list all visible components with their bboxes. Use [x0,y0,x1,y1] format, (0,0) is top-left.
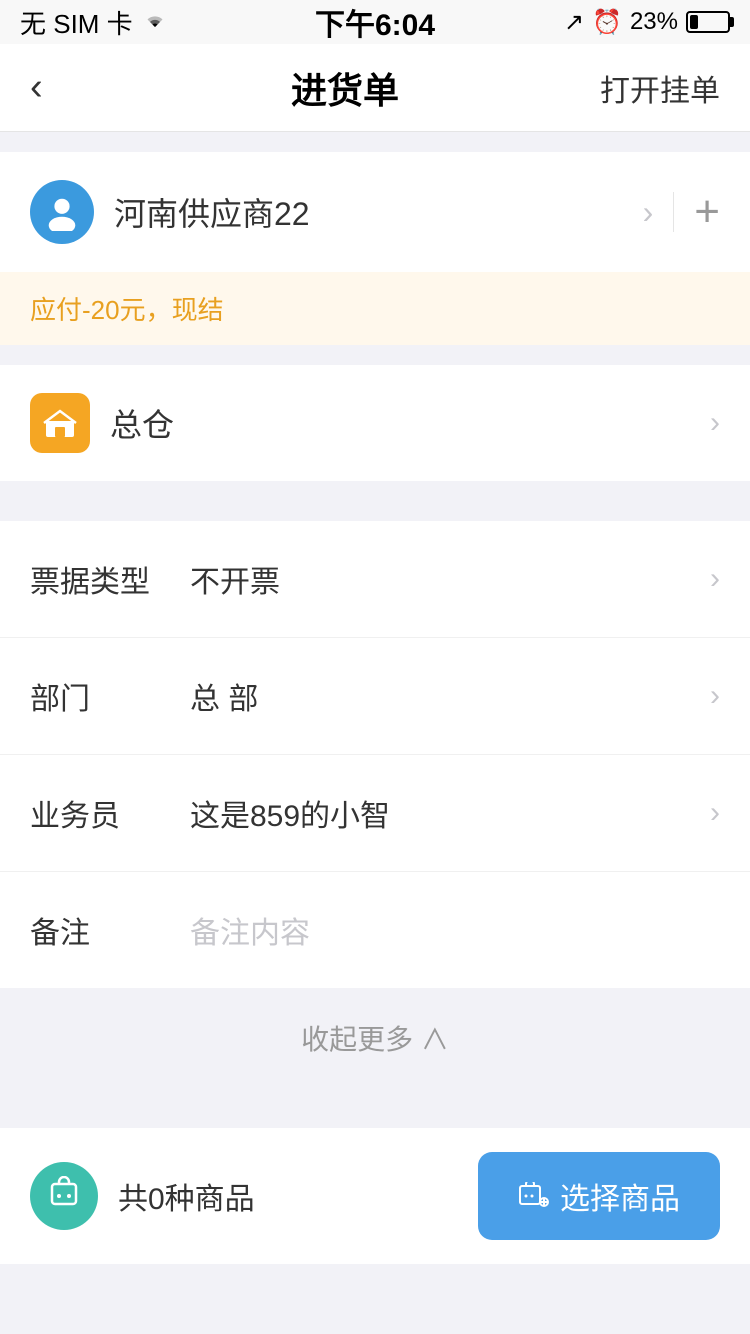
bill-type-label: 票据类型 [30,557,190,601]
supplier-row[interactable]: 河南供应商22 › + [0,152,750,272]
warehouse-row[interactable]: 总仓 › [0,365,750,481]
location-icon: ↗ [564,8,584,37]
remark-row[interactable]: 备注 备注内容 [0,872,750,988]
section-divider-1 [0,132,750,152]
sales-label: 业务员 [30,791,190,835]
dept-row[interactable]: 部门 总 部 › [0,638,750,755]
vertical-divider [673,192,674,232]
bill-type-value: 不开票 [190,557,700,601]
status-time: 下午6:04 [315,0,435,44]
supplier-section: 河南供应商22 › + 应付-20元，现结 [0,152,750,345]
supplier-name: 河南供应商22 [114,189,643,235]
warehouse-icon [30,393,90,453]
battery-percent: 23% [630,8,678,36]
supplier-avatar [30,180,94,244]
bill-type-chevron-icon: › [710,562,720,596]
select-goods-label: 选择商品 [560,1174,680,1218]
carrier-text: 无 SIM 卡 [20,4,133,41]
warehouse-section: 总仓 › [0,365,750,481]
bottom-toolbar: 共0种商品 选择商品 [0,1128,750,1264]
goods-icon-wrap [30,1162,98,1230]
goods-count: 共0种商品 [118,1174,458,1218]
supplier-chevron-icon: › [643,194,654,231]
sales-value: 这是859的小智 [190,791,700,835]
warehouse-name: 总仓 [110,400,700,446]
collapse-button[interactable]: 收起更多 ∧ [0,988,750,1088]
warehouse-chevron-icon: › [710,406,720,440]
form-section: 票据类型 不开票 › 部门 总 部 › 业务员 这是859的小智 › 备注 备注… [0,521,750,988]
page-title: 进货单 [291,62,399,114]
notice-text: 应付-20元，现结 [30,295,224,325]
nav-bar: ‹ 进货单 打开挂单 [0,44,750,132]
back-button[interactable]: ‹ [30,66,90,109]
status-left: 无 SIM 卡 [20,4,169,41]
sales-chevron-icon: › [710,796,720,830]
sales-row[interactable]: 业务员 这是859的小智 › [0,755,750,872]
open-pending-button[interactable]: 打开挂单 [600,66,720,110]
remark-input[interactable]: 备注内容 [190,908,720,952]
remark-label: 备注 [30,908,190,952]
alarm-icon: ⏰ [592,8,622,37]
bill-type-row[interactable]: 票据类型 不开票 › [0,521,750,638]
notice-banner: 应付-20元，现结 [0,272,750,345]
dept-value: 总 部 [190,674,700,718]
battery-icon [686,11,730,33]
status-bar: 无 SIM 卡 下午6:04 ↗ ⏰ 23% [0,0,750,44]
status-right: ↗ ⏰ 23% [564,8,730,37]
select-goods-button[interactable]: 选择商品 [478,1152,720,1240]
wifi-icon [141,7,169,38]
dept-chevron-icon: › [710,679,720,713]
section-divider-3 [0,481,750,501]
section-divider-2 [0,345,750,365]
add-supplier-button[interactable]: + [694,187,720,237]
section-divider-4 [0,1088,750,1108]
dept-label: 部门 [30,674,190,718]
